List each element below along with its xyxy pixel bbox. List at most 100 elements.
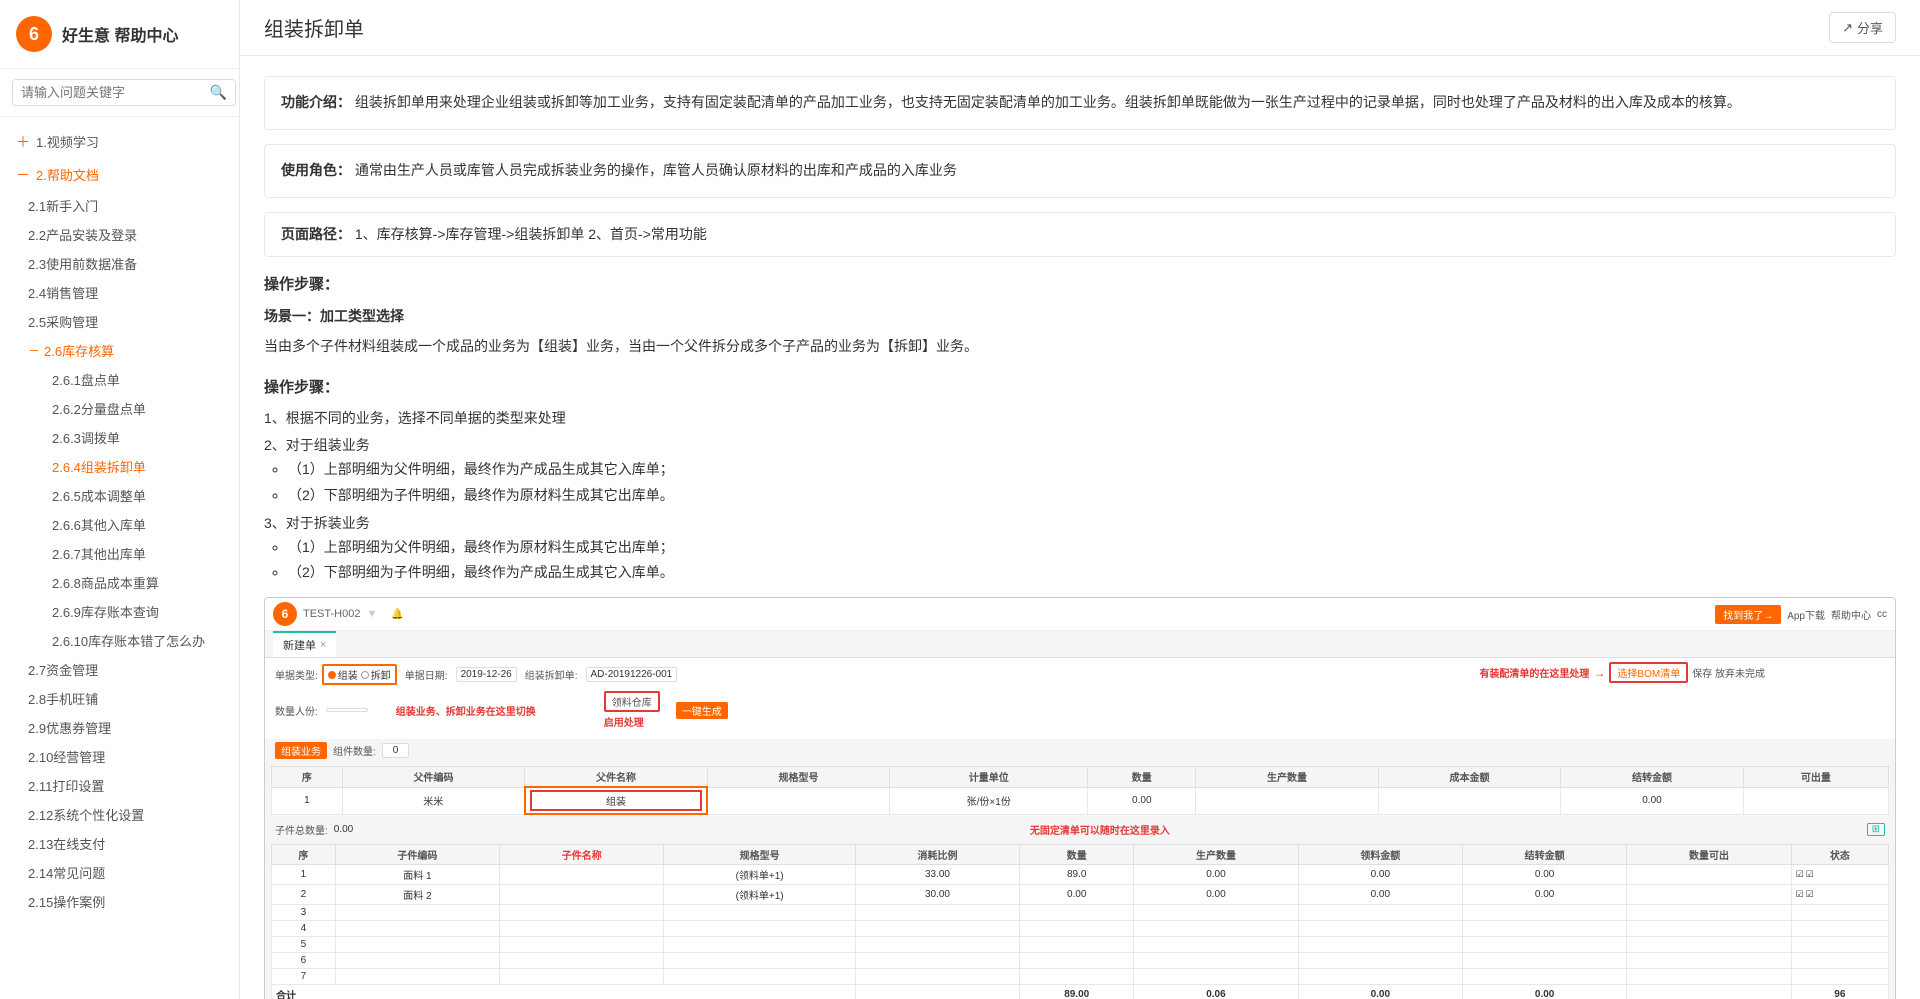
share-icon: ↗ [1842, 20, 1853, 36]
sidebar-item-2-12[interactable]: 2.12系统个性化设置 [28, 800, 239, 829]
mock-type-radio-org: 组装 [328, 667, 358, 682]
logo-icon: 6 [16, 16, 52, 52]
scene1-desc: 当由多个子件材料组装成一个成品的业务为【组装】业务，当由一个父件拆分成多个子产品… [264, 334, 1896, 359]
sidebar-item-2-6-6[interactable]: 2.6.6其他入库单 [44, 510, 239, 539]
mock-radio-org [328, 671, 336, 679]
table-row: 5 [272, 937, 1889, 953]
mock-section-bar: 组装业务 组件数量: 0 [265, 739, 1895, 762]
role-label: 使用角色： [281, 162, 351, 178]
table-row: 1 米米 组装 张/份×1份 0.00 0.00 [272, 787, 1889, 814]
sidebar-item-2-10[interactable]: 2.10经营管理 [28, 742, 239, 771]
main-content: 组装拆卸单 ↗ 分享 功能介绍： 组装拆卸单用来处理企业组装或拆卸等加工业务，支… [240, 0, 1920, 999]
mock-child-section-bar: 子件总数量: 0.00 无固定清单可以随时在这里录入 ⊞ [265, 819, 1895, 840]
sidebar-item-2-1[interactable]: 2.1新手入门 [28, 191, 239, 220]
mock-parent-table: 序 父件编码 父件名称 规格型号 计量单位 数量 生产数量 成本金额 结转金额 … [271, 766, 1889, 815]
search-input[interactable] [12, 79, 236, 106]
annotation1-text: 有装配清单的在这里处理 [1479, 665, 1589, 680]
mock-docno-value: AD-20191226-001 [586, 667, 678, 682]
mock-type-selector: 单据类型: 组装 拆卸 [275, 664, 397, 685]
mock-docno-label: 组装拆卸单: [525, 667, 578, 682]
mock-bell-icon: 🔔 [391, 609, 403, 620]
mock-th-spec: 规格型号 [707, 767, 889, 788]
sidebar-item-2-6-7[interactable]: 2.6.7其他出库单 [44, 539, 239, 568]
steps-title: 操作步骤： [264, 376, 1896, 397]
mock-qty-label: 数量人份: [275, 703, 318, 718]
mock-type-radio-dis: 拆卸 [361, 667, 391, 682]
annotation1-group: 有装配清单的在这里处理 → 选择BOM清单 保存 放弃未完成 [1479, 662, 1765, 683]
sidebar-item-2-8[interactable]: 2.8手机旺铺 [28, 684, 239, 713]
sidebar-item-2[interactable]: － 2.帮助文档 2.1新手入门 2.2产品安装及登录 2.3使用前数据准备 2… [0, 158, 239, 916]
mock-th-qty: 数量 [1088, 767, 1196, 788]
sidebar-item-2-6-5[interactable]: 2.6.5成本调整单 [44, 481, 239, 510]
sidebar-item-2-2[interactable]: 2.2产品安装及登录 [28, 220, 239, 249]
mock-table-footer: 合计 89.00 0.06 0.00 0.00 96 [272, 985, 1889, 999]
mock-th-seq: 序 [272, 767, 343, 788]
sidebar-item-2-6-2[interactable]: 2.6.2分量盘点单 [44, 394, 239, 423]
annotation4-text: 无固定清单可以随时在这里录入 [1030, 822, 1170, 837]
mock-user: cc [1877, 609, 1887, 620]
mock-type-field: 组装 拆卸 [322, 664, 397, 685]
step2-sub-1: （1）上部明细为父件明细，最终作为产成品生成其它入库单； [288, 458, 1896, 482]
sidebar-item-2-15[interactable]: 2.15操作案例 [28, 887, 239, 916]
step2-sub-2: （2）下部明细为子件明细，最终作为原材料生成其它出库单。 [288, 484, 1896, 508]
sidebar-item-2-6[interactable]: － 2.6库存核算 2.6.1盘点单 2.6.2分量盘点单 2.6.3调拨单 2… [28, 336, 239, 655]
mock-child-section-info: 子件总数量: 0.00 [275, 822, 353, 837]
step-2: 2、对于组装业务 （1）上部明细为父件明细，最终作为产成品生成其它入库单； （2… [264, 434, 1896, 507]
mock-th-unit: 计量单位 [890, 767, 1088, 788]
mock-doc-row2: 数量人份: 组装业务、拆卸业务在这里切换 领料仓库 启用处理 一键生成 [275, 691, 1885, 729]
mock-type-label: 单据类型: [275, 667, 318, 682]
nav-tree: ＋ 1.视频学习 － 2.帮助文档 2.1新手入门 2.2产品安装及登录 2.3… [0, 117, 239, 999]
page-title: 组装拆卸单 [264, 13, 364, 42]
sidebar-item-2-6-label[interactable]: － 2.6库存核算 [28, 336, 239, 365]
sidebar-item-2-6-1[interactable]: 2.6.1盘点单 [44, 365, 239, 394]
sidebar-item-2-6-8[interactable]: 2.6.8商品成本重算 [44, 568, 239, 597]
sidebar-item-2-6-3[interactable]: 2.6.3调拨单 [44, 423, 239, 452]
mock-find-btn: 找到我了→ [1715, 605, 1781, 624]
sidebar-item-2-14[interactable]: 2.14常见问题 [28, 858, 239, 887]
mock-child-table: 序 子件编码 子件名称 规格型号 消耗比例 数量 生产数量 领料金额 结转金额 … [271, 844, 1889, 999]
mock-tabs: 新建单 × [265, 631, 1895, 658]
sidebar-item-2-6-9[interactable]: 2.6.9库存账本查询 [44, 597, 239, 626]
path-label: 页面路径： [281, 226, 351, 242]
mock-expand-icon: ⊞ [1867, 823, 1885, 836]
sidebar-item-2-11[interactable]: 2.11打印设置 [28, 771, 239, 800]
path-box: 页面路径： 1、库存核算->库存管理->组装拆卸单 2、首页->常用功能 [264, 212, 1896, 258]
search-icon[interactable]: 🔍 [210, 84, 227, 101]
sidebar-item-2-13[interactable]: 2.13在线支付 [28, 829, 239, 858]
screenshot-container: 6 TEST-H002 ▼ 🔔 找到我了→ App下载 帮助中心 cc 新建单 [264, 597, 1896, 999]
share-button[interactable]: ↗ 分享 [1829, 12, 1896, 43]
mock-bom-btn: 选择BOM清单 [1609, 662, 1688, 683]
mock-qty-input: 0 [382, 743, 410, 758]
mock-appbar: 6 TEST-H002 ▼ 🔔 找到我了→ App下载 帮助中心 cc [265, 598, 1895, 631]
mock-warehouse-field: 领料仓库 [604, 691, 660, 712]
sidebar-item-2-7[interactable]: 2.7资金管理 [28, 655, 239, 684]
annotation2-text: 组装业务、拆卸业务在这里切换 [396, 703, 536, 718]
sidebar-item-2-3[interactable]: 2.3使用前数据准备 [28, 249, 239, 278]
table-row: 1 面料 1 (领料单+1) 33.00 89.0 0.00 0.00 0.00 [272, 865, 1889, 885]
sidebar-item-2-9[interactable]: 2.9优惠券管理 [28, 713, 239, 742]
mock-app: 6 TEST-H002 ▼ 🔔 找到我了→ App下载 帮助中心 cc 新建单 [265, 598, 1895, 999]
step2-sub: （1）上部明细为父件明细，最终作为产成品生成其它入库单； （2）下部明细为子件明… [264, 458, 1896, 508]
annotation3-text: 启用处理 [604, 714, 660, 729]
table-row: 4 [272, 921, 1889, 937]
topbar: 组装拆卸单 ↗ 分享 [240, 0, 1920, 56]
intro-box: 功能介绍： 组装拆卸单用来处理企业组装或拆卸等加工业务，支持有固定装配清单的产品… [264, 76, 1896, 130]
mock-tab-close: × [320, 639, 326, 651]
mock-doc-header: 单据类型: 组装 拆卸 单据日期: 2019-12-26 组装拆卸单: AD-2… [265, 658, 1895, 739]
share-label: 分享 [1857, 18, 1883, 37]
mock-child-total-val: 0.00 [334, 824, 353, 835]
step-1: 1、根据不同的业务，选择不同单据的类型来处理 [264, 407, 1896, 431]
sidebar-item-2-4[interactable]: 2.4销售管理 [28, 278, 239, 307]
mock-qty-label2: 组件数量: [333, 743, 376, 758]
brand-name: 好生意 帮助中心 [62, 22, 178, 46]
mock-th-pcode: 父件编码 [342, 767, 524, 788]
sidebar-item-2-label[interactable]: － 2.帮助文档 [0, 158, 239, 191]
sidebar-item-1[interactable]: ＋ 1.视频学习 [0, 125, 239, 158]
mock-qty-value [326, 708, 368, 712]
sidebar-item-2-6-10[interactable]: 2.6.10库存账本错了怎么办 [44, 626, 239, 655]
sidebar-item-2-5[interactable]: 2.5采购管理 [28, 307, 239, 336]
logo-area: 6 好生意 帮助中心 [0, 0, 239, 69]
role-text: 通常由生产人员或库管人员完成拆装业务的操作，库管人员确认原材料的出库和产成品的入… [355, 162, 957, 178]
sidebar-item-2-6-4[interactable]: 2.6.4组装拆卸单 [44, 452, 239, 481]
sidebar-item-1-label[interactable]: ＋ 1.视频学习 [0, 125, 239, 158]
